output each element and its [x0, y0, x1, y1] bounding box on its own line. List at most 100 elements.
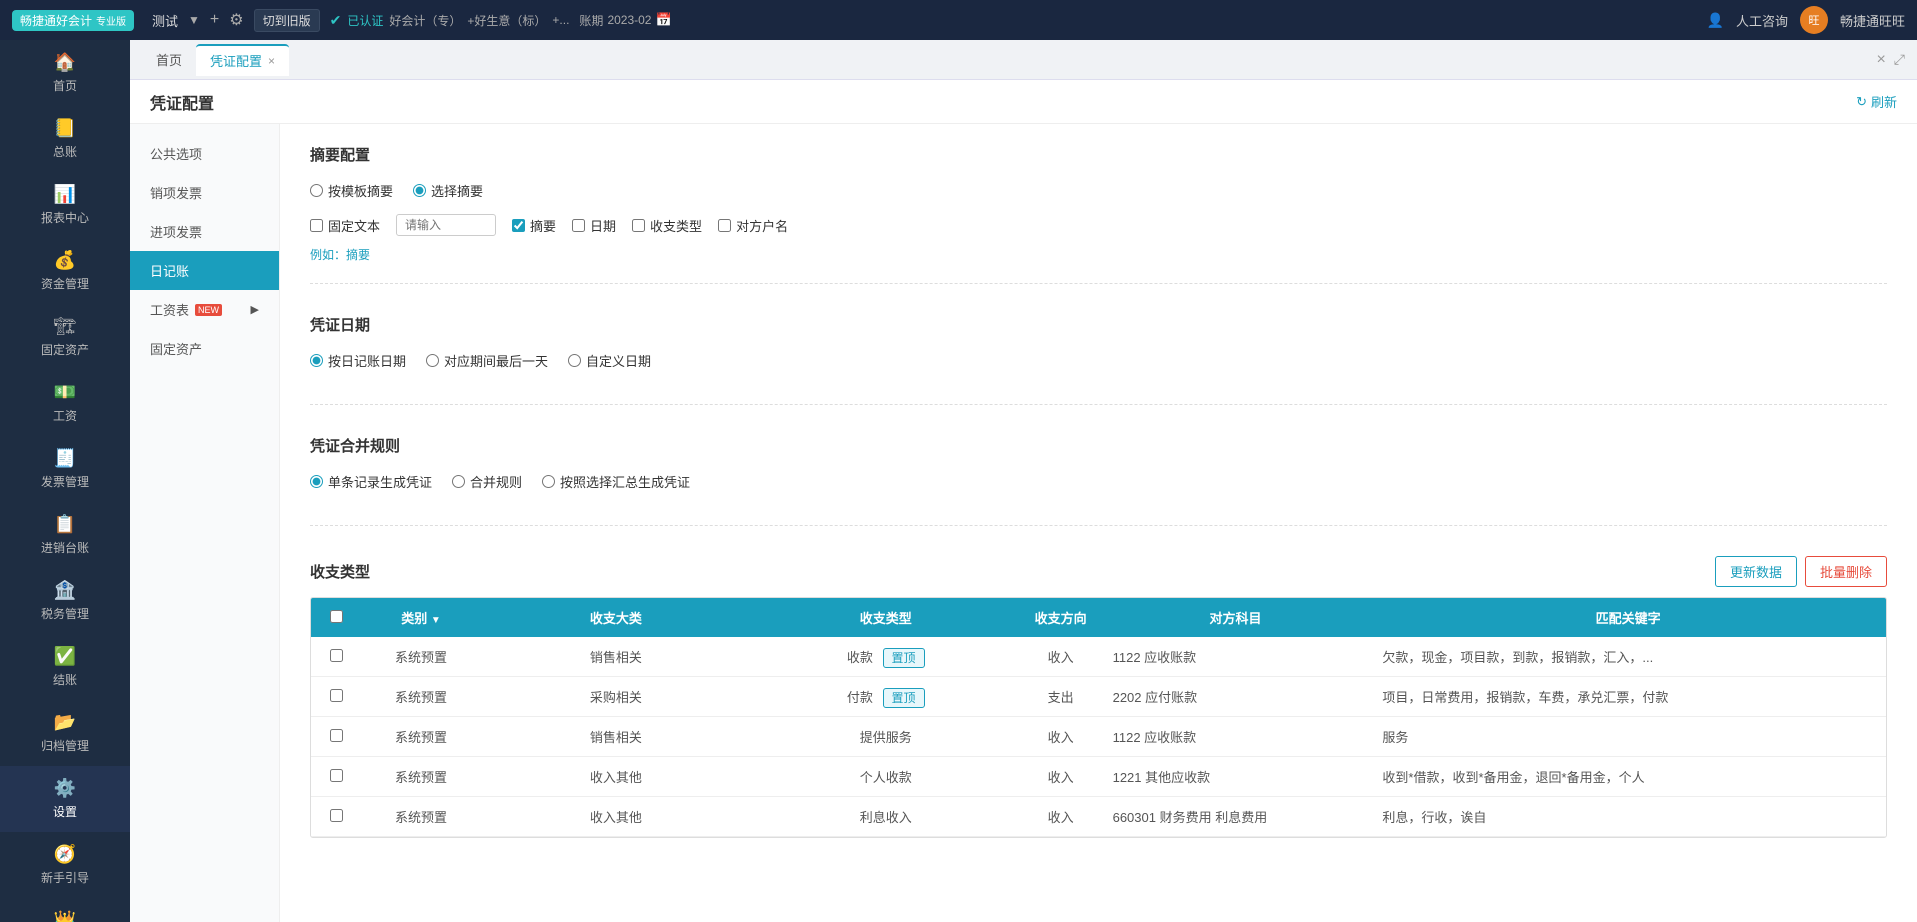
radio-summary-input[interactable]: [542, 475, 555, 488]
sidebar-item-salary[interactable]: 💵 工资: [0, 370, 130, 436]
checkbox-counterparty[interactable]: 对方户名: [718, 216, 788, 235]
row4-checkbox[interactable]: [330, 769, 343, 782]
radio-last-day-label: 对应期间最后一天: [444, 351, 548, 370]
tab-bar-close-icon[interactable]: ×: [1876, 51, 1885, 69]
row1-checkbox[interactable]: [330, 649, 343, 662]
row1-checkbox-cell[interactable]: [311, 639, 361, 675]
sidebar-item-ledger2[interactable]: 📋 进销台账: [0, 502, 130, 568]
table-row: 系统预置 收入其他 利息收入 收入 660301 财务费用 利息费用 利息，行收…: [311, 797, 1886, 837]
row2-direction: 支出: [1021, 677, 1101, 716]
checkbox-counterparty-input[interactable]: [718, 219, 731, 232]
header-bigtype: 收支大类: [481, 598, 751, 637]
row1-keyword: 欠款，现金，项目款，到款，报销款，汇入，...: [1370, 637, 1886, 676]
avatar[interactable]: 旺: [1800, 6, 1828, 34]
checkbox-type[interactable]: 收支类型: [632, 216, 702, 235]
sidebar-label-home: 首页: [53, 77, 77, 94]
radio-template[interactable]: 按模板摘要: [310, 181, 393, 200]
radio-custom-date[interactable]: 自定义日期: [568, 351, 651, 370]
radio-merge[interactable]: 合并规则: [452, 472, 522, 491]
row3-checkbox[interactable]: [330, 729, 343, 742]
select-all-checkbox[interactable]: [330, 610, 343, 623]
sidebar-item-ledger[interactable]: 📒 总账: [0, 106, 130, 172]
left-nav-fixed-assets[interactable]: 固定资产: [130, 329, 279, 368]
row1-badge[interactable]: 置顶: [883, 648, 925, 668]
table-row: 系统预置 收入其他 个人收款 收入 1221 其他应收款 收到*借款，收到*备用…: [311, 757, 1886, 797]
chevron-down-icon[interactable]: ▼: [188, 13, 200, 27]
sidebar-item-tax[interactable]: 🏦 税务管理: [0, 568, 130, 634]
page-title: 凭证配置: [150, 90, 214, 114]
service-label[interactable]: 人工咨询: [1736, 11, 1788, 30]
batch-delete-button[interactable]: 批量删除: [1805, 556, 1887, 587]
calendar-icon[interactable]: 📅: [655, 12, 671, 28]
sidebar-label-invoice: 发票管理: [41, 473, 89, 490]
radio-last-day-input[interactable]: [426, 354, 439, 367]
row5-checkbox[interactable]: [330, 809, 343, 822]
sidebar-item-archive[interactable]: 📂 归档管理: [0, 700, 130, 766]
sidebar-item-home[interactable]: 🏠 首页: [0, 40, 130, 106]
left-nav-sales-invoice[interactable]: 销项发票: [130, 173, 279, 212]
sidebar-item-assets[interactable]: 🏗 固定资产: [0, 304, 130, 370]
settings-sidebar-icon: ⚙️: [54, 778, 76, 799]
left-nav-public[interactable]: 公共选项: [130, 134, 279, 173]
row3-checkbox-cell[interactable]: [311, 719, 361, 755]
header-checkbox-cell[interactable]: [311, 600, 361, 636]
sidebar-label-salary: 工资: [53, 407, 77, 424]
sidebar-item-settings[interactable]: ⚙️ 设置: [0, 766, 130, 832]
update-data-button[interactable]: 更新数据: [1715, 556, 1797, 587]
radio-journal-date-input[interactable]: [310, 354, 323, 367]
left-nav-sales-invoice-label: 销项发票: [150, 183, 202, 202]
table-header: 类别 ▼ 收支大类 收支类型 收支方向 对方科目 匹配关键字: [311, 598, 1886, 637]
brand-name: 畅捷通好会计: [20, 12, 92, 29]
row4-checkbox-cell[interactable]: [311, 759, 361, 795]
checkbox-fixed-text-input[interactable]: [310, 219, 323, 232]
checkbox-summary-input[interactable]: [512, 219, 525, 232]
radio-custom-date-input[interactable]: [568, 354, 581, 367]
row2-checkbox[interactable]: [330, 689, 343, 702]
sidebar: 🏠 首页 📒 总账 📊 报表中心 💰 资金管理 🏗 固定资产 💵 工资 🧾 发票…: [0, 40, 130, 922]
tab-voucher-config[interactable]: 凭证配置 ×: [196, 44, 289, 76]
settings-icon[interactable]: ⚙: [229, 10, 243, 30]
tab-bar-expand-icon[interactable]: ⤢: [1894, 51, 1905, 68]
add-icon[interactable]: +: [210, 11, 219, 29]
checkbox-date[interactable]: 日期: [572, 216, 616, 235]
header-account: 对方科目: [1101, 598, 1371, 637]
radio-last-day[interactable]: 对应期间最后一天: [426, 351, 548, 370]
sidebar-label-assets: 固定资产: [41, 341, 89, 358]
haoshengyi-tag: +好生意（标）: [467, 12, 546, 29]
row5-checkbox-cell[interactable]: [311, 799, 361, 835]
switch-to-old-btn[interactable]: 切到旧版: [254, 9, 320, 32]
tab-home[interactable]: 首页: [142, 44, 196, 76]
sort-icon[interactable]: ▼: [431, 615, 441, 626]
refresh-button[interactable]: ↻ 刷新: [1856, 92, 1897, 111]
sidebar-item-report[interactable]: 📊 报表中心: [0, 172, 130, 238]
sidebar-item-funds[interactable]: 💰 资金管理: [0, 238, 130, 304]
tab-close-icon[interactable]: ×: [268, 54, 275, 68]
radio-journal-date[interactable]: 按日记账日期: [310, 351, 406, 370]
fixed-text-input[interactable]: [396, 214, 496, 236]
row2-checkbox-cell[interactable]: [311, 679, 361, 715]
table-row: 系统预置 采购相关 付款 置顶 支出 2202 应付账款 项目，日常费用，报销款…: [311, 677, 1886, 717]
row2-badge[interactable]: 置顶: [883, 688, 925, 708]
radio-summary[interactable]: 按照选择汇总生成凭证: [542, 472, 690, 491]
left-nav-payroll[interactable]: 工资表 NEW ▶: [130, 290, 279, 329]
sidebar-item-settle[interactable]: ✅ 结账: [0, 634, 130, 700]
sidebar-item-guide[interactable]: 🧭 新手引导: [0, 832, 130, 898]
radio-template-input[interactable]: [310, 184, 323, 197]
sidebar-item-invoice[interactable]: 🧾 发票管理: [0, 436, 130, 502]
radio-single[interactable]: 单条记录生成凭证: [310, 472, 432, 491]
sidebar-item-member[interactable]: 👑 畅会员: [0, 898, 130, 922]
checkbox-type-input[interactable]: [632, 219, 645, 232]
radio-merge-input[interactable]: [452, 475, 465, 488]
row1-type-text: 收款: [847, 650, 873, 665]
radio-select[interactable]: 选择摘要: [413, 181, 483, 200]
radio-select-input[interactable]: [413, 184, 426, 197]
checkbox-fixed-text[interactable]: 固定文本: [310, 216, 380, 235]
sidebar-label-guide: 新手引导: [41, 869, 89, 886]
row1-category: 系统预置: [361, 637, 481, 676]
checkbox-summary[interactable]: 摘要: [512, 216, 556, 235]
left-nav-purchase-invoice[interactable]: 进项发票: [130, 212, 279, 251]
left-nav-journal[interactable]: 日记账: [130, 251, 279, 290]
radio-single-input[interactable]: [310, 475, 323, 488]
checkbox-date-input[interactable]: [572, 219, 585, 232]
row2-bigtype: 采购相关: [481, 677, 751, 716]
